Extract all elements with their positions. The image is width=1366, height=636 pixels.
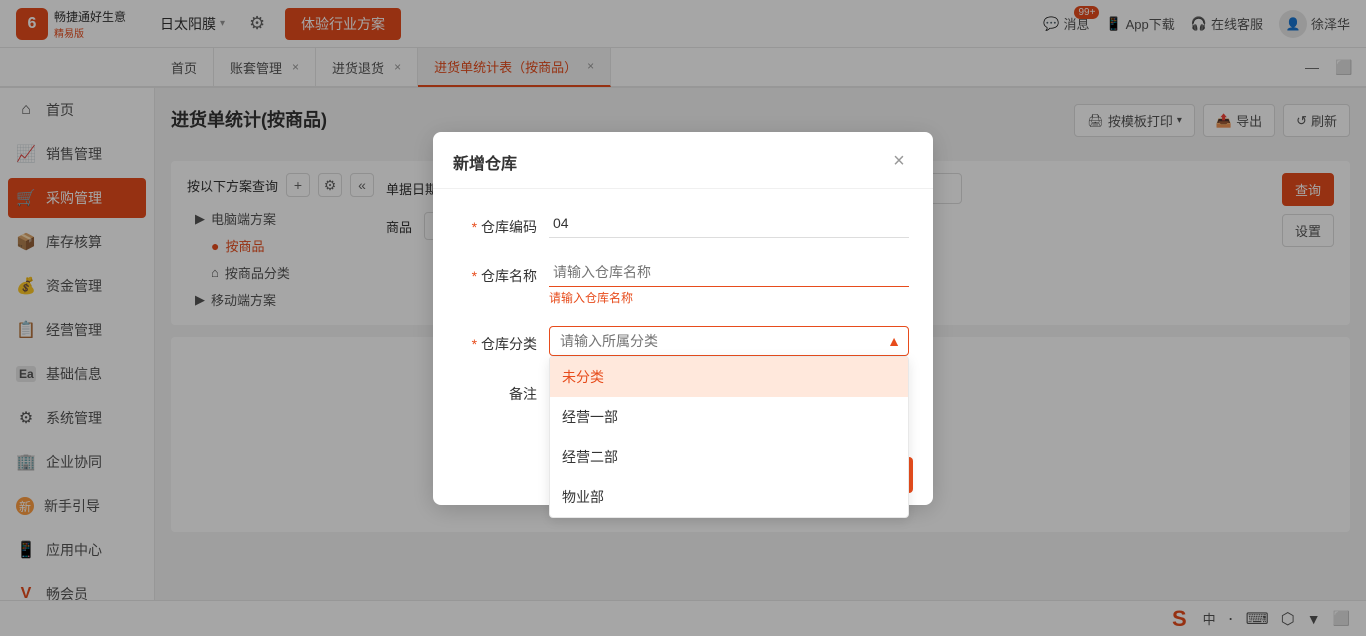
name-input[interactable] — [549, 258, 909, 287]
dialog-header: 新增仓库 × — [433, 132, 933, 189]
code-input-wrap — [549, 209, 909, 238]
form-row-category: 仓库分类 ▲ 未分类 经营一部 经营二部 物业部 — [457, 326, 909, 356]
code-label: 仓库编码 — [457, 209, 537, 237]
name-input-wrap: 请输入仓库名称 — [549, 258, 909, 306]
dropdown-item-uncategorized[interactable]: 未分类 — [550, 357, 908, 397]
category-dropdown: 未分类 经营一部 经营二部 物业部 — [549, 356, 909, 518]
dropdown-item-dept3[interactable]: 物业部 — [550, 477, 908, 517]
form-row-code: 仓库编码 — [457, 209, 909, 238]
category-select-wrap: ▲ 未分类 经营一部 经营二部 物业部 — [549, 326, 909, 356]
dropdown-item-dept1[interactable]: 经营一部 — [550, 397, 908, 437]
dialog-overlay: 新增仓库 × 仓库编码 仓库名称 请输入仓库名称 仓库分类 — [0, 0, 1366, 636]
dialog-close-button[interactable]: × — [885, 148, 913, 176]
dropdown-item-dept2[interactable]: 经营二部 — [550, 437, 908, 477]
add-warehouse-dialog: 新增仓库 × 仓库编码 仓库名称 请输入仓库名称 仓库分类 — [433, 132, 933, 505]
category-input[interactable] — [549, 326, 909, 356]
dialog-body: 仓库编码 仓库名称 请输入仓库名称 仓库分类 ▲ — [433, 189, 933, 445]
dialog-title: 新增仓库 — [453, 150, 517, 174]
form-row-name: 仓库名称 请输入仓库名称 — [457, 258, 909, 306]
name-label: 仓库名称 — [457, 258, 537, 286]
notes-label: 备注 — [457, 376, 537, 404]
code-input[interactable] — [549, 209, 909, 238]
name-error-msg: 请输入仓库名称 — [549, 289, 909, 306]
category-label: 仓库分类 — [457, 326, 537, 354]
